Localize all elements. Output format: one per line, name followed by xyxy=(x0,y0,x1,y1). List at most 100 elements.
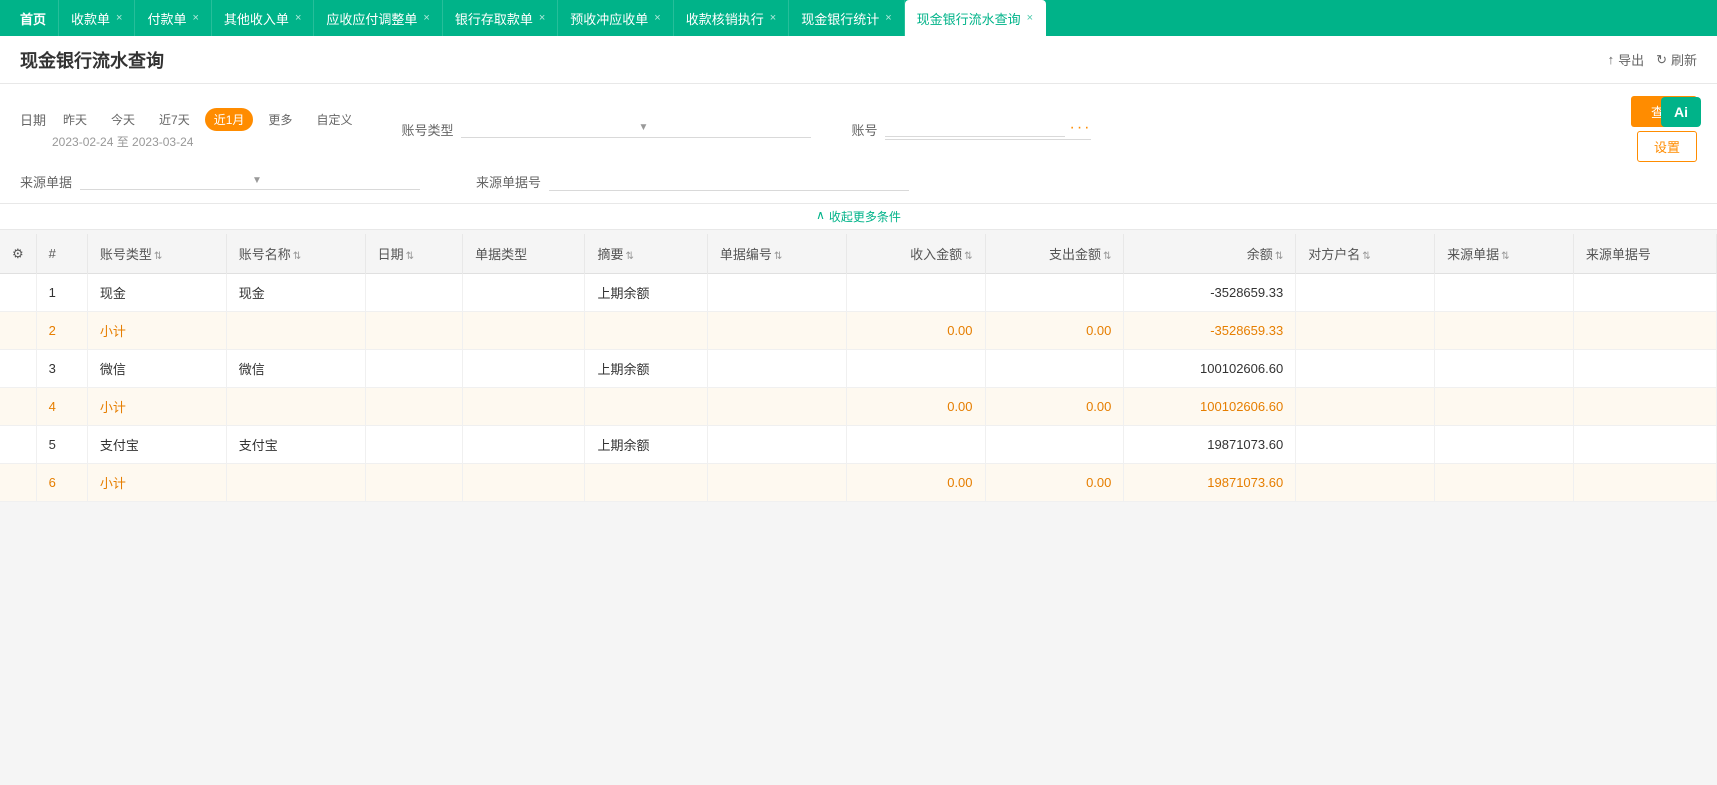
main-table: ⚙ # 账号类型⇅ 账号名称⇅ 日期⇅ 单据类型 摘要⇅ 单据编号⇅ 收入金额⇅… xyxy=(0,234,1717,502)
col-doc-type[interactable]: 单据类型 xyxy=(463,234,585,274)
account-input[interactable] xyxy=(885,119,1065,137)
date-btn-7days[interactable]: 近7天 xyxy=(150,108,199,131)
table-cell xyxy=(985,350,1124,388)
date-btn-yesterday[interactable]: 昨天 xyxy=(54,108,96,131)
date-btn-today[interactable]: 今天 xyxy=(102,108,144,131)
close-shoukuan-icon[interactable]: × xyxy=(116,12,122,24)
nav-yinxingcunqu[interactable]: 银行存取款单 × xyxy=(443,0,558,36)
table-cell xyxy=(1296,426,1435,464)
table-cell xyxy=(1435,388,1574,426)
nav-tongji[interactable]: 现金银行统计 × xyxy=(789,0,904,36)
table-cell xyxy=(1573,464,1716,502)
col-date[interactable]: 日期⇅ xyxy=(365,234,463,274)
close-yingshouyingfu-icon[interactable]: × xyxy=(423,12,429,24)
refresh-icon: ↻ xyxy=(1656,52,1667,68)
table-cell xyxy=(707,350,846,388)
table-cell xyxy=(0,426,36,464)
nav-shoukuan[interactable]: 收款单 × xyxy=(59,0,135,36)
collapse-up-icon: ∧ xyxy=(816,208,825,225)
col-balance[interactable]: 余额⇅ xyxy=(1124,234,1296,274)
date-label: 日期 xyxy=(20,110,46,129)
table-cell: 现金 xyxy=(226,274,365,312)
nav-liushui[interactable]: 现金银行流水查询 × xyxy=(905,0,1046,36)
table-cell xyxy=(707,312,846,350)
table-cell xyxy=(1296,274,1435,312)
source-doc-select[interactable]: ▼ xyxy=(80,173,420,190)
col-summary[interactable]: 摘要⇅ xyxy=(585,234,707,274)
table-cell: 4 xyxy=(36,388,87,426)
table-cell xyxy=(0,464,36,502)
table-cell: 19871073.60 xyxy=(1124,464,1296,502)
col-gear[interactable]: ⚙ xyxy=(0,234,36,274)
date-btn-more[interactable]: 更多 xyxy=(259,108,301,131)
table-cell xyxy=(226,312,365,350)
col-doc-number[interactable]: 单据编号⇅ xyxy=(707,234,846,274)
refresh-button[interactable]: ↻ 刷新 xyxy=(1656,50,1697,69)
nav-home[interactable]: 首页 xyxy=(8,0,59,36)
close-liushui-icon[interactable]: × xyxy=(1027,12,1033,24)
col-source-doc-num[interactable]: 来源单据号 xyxy=(1573,234,1716,274)
table-cell xyxy=(585,464,707,502)
close-shouhuanxiao-icon[interactable]: × xyxy=(770,12,776,24)
table-cell: 上期余额 xyxy=(585,274,707,312)
table-cell xyxy=(226,464,365,502)
date-btn-1month[interactable]: 近1月 xyxy=(205,108,254,131)
table-cell: -3528659.33 xyxy=(1124,312,1296,350)
filter-area: 日期 昨天 今天 近7天 近1月 更多 自定义 2023-02-24 至 202… xyxy=(0,84,1717,204)
account-type-select[interactable]: ▼ xyxy=(461,121,811,138)
table-cell: 0.00 xyxy=(985,312,1124,350)
table-body: 1现金现金上期余额-3528659.332小计0.000.00-3528659.… xyxy=(0,274,1717,502)
table-cell: 微信 xyxy=(226,350,365,388)
close-tongji-icon[interactable]: × xyxy=(885,12,891,24)
export-icon: ↑ xyxy=(1608,52,1615,67)
table-cell: 6 xyxy=(36,464,87,502)
table-cell: 现金 xyxy=(87,274,226,312)
nav-qitashouru[interactable]: 其他收入单 × xyxy=(212,0,314,36)
table-cell xyxy=(365,350,463,388)
table-cell: 0.00 xyxy=(985,464,1124,502)
table-cell xyxy=(1573,350,1716,388)
nav-fukuan[interactable]: 付款单 × xyxy=(135,0,211,36)
table-cell xyxy=(846,426,985,464)
table-cell xyxy=(985,426,1124,464)
table-cell xyxy=(707,464,846,502)
account-dots-button[interactable]: ··· xyxy=(1069,119,1091,137)
table-cell xyxy=(1573,388,1716,426)
table-cell xyxy=(1435,464,1574,502)
col-account-name[interactable]: 账号名称⇅ xyxy=(226,234,365,274)
col-source-doc[interactable]: 来源单据⇅ xyxy=(1435,234,1574,274)
filter-row-2: 来源单据 ▼ 来源单据号 xyxy=(20,172,1697,191)
close-qitashouru-icon[interactable]: × xyxy=(295,12,301,24)
table-cell xyxy=(1296,350,1435,388)
collapse-bar[interactable]: ∧ 收起更多条件 xyxy=(0,204,1717,230)
table-cell xyxy=(707,274,846,312)
col-expense[interactable]: 支出金额⇅ xyxy=(985,234,1124,274)
nav-yushou[interactable]: 预收冲应收单 × xyxy=(558,0,673,36)
date-btn-custom[interactable]: 自定义 xyxy=(307,108,361,131)
close-yinxingcunqu-icon[interactable]: × xyxy=(539,12,545,24)
table-cell: 0.00 xyxy=(846,464,985,502)
export-button[interactable]: ↑ 导出 xyxy=(1608,50,1645,69)
table-header-row: ⚙ # 账号类型⇅ 账号名称⇅ 日期⇅ 单据类型 摘要⇅ 单据编号⇅ 收入金额⇅… xyxy=(0,234,1717,274)
table-cell xyxy=(365,426,463,464)
table-cell xyxy=(985,274,1124,312)
table-cell xyxy=(463,388,585,426)
nav-yingshouyingfu[interactable]: 应收应付调整单 × xyxy=(314,0,442,36)
table-cell xyxy=(707,426,846,464)
table-cell xyxy=(365,464,463,502)
table-cell: 小计 xyxy=(87,388,226,426)
nav-shouhuanxiao[interactable]: 收款核销执行 × xyxy=(674,0,789,36)
table-cell: 0.00 xyxy=(846,312,985,350)
settings-button[interactable]: 设置 xyxy=(1637,131,1697,162)
ai-badge[interactable]: Ai xyxy=(1661,97,1701,127)
col-income[interactable]: 收入金额⇅ xyxy=(846,234,985,274)
col-counterparty[interactable]: 对方户名⇅ xyxy=(1296,234,1435,274)
table-cell xyxy=(226,388,365,426)
col-account-type[interactable]: 账号类型⇅ xyxy=(87,234,226,274)
source-doc-num-input[interactable] xyxy=(549,173,909,191)
header-actions: ↑ 导出 ↻ 刷新 xyxy=(1608,50,1697,69)
table-row: 4小计0.000.00100102606.60 xyxy=(0,388,1717,426)
close-yushou-icon[interactable]: × xyxy=(654,12,660,24)
close-fukuan-icon[interactable]: × xyxy=(192,12,198,24)
table-cell: 100102606.60 xyxy=(1124,350,1296,388)
